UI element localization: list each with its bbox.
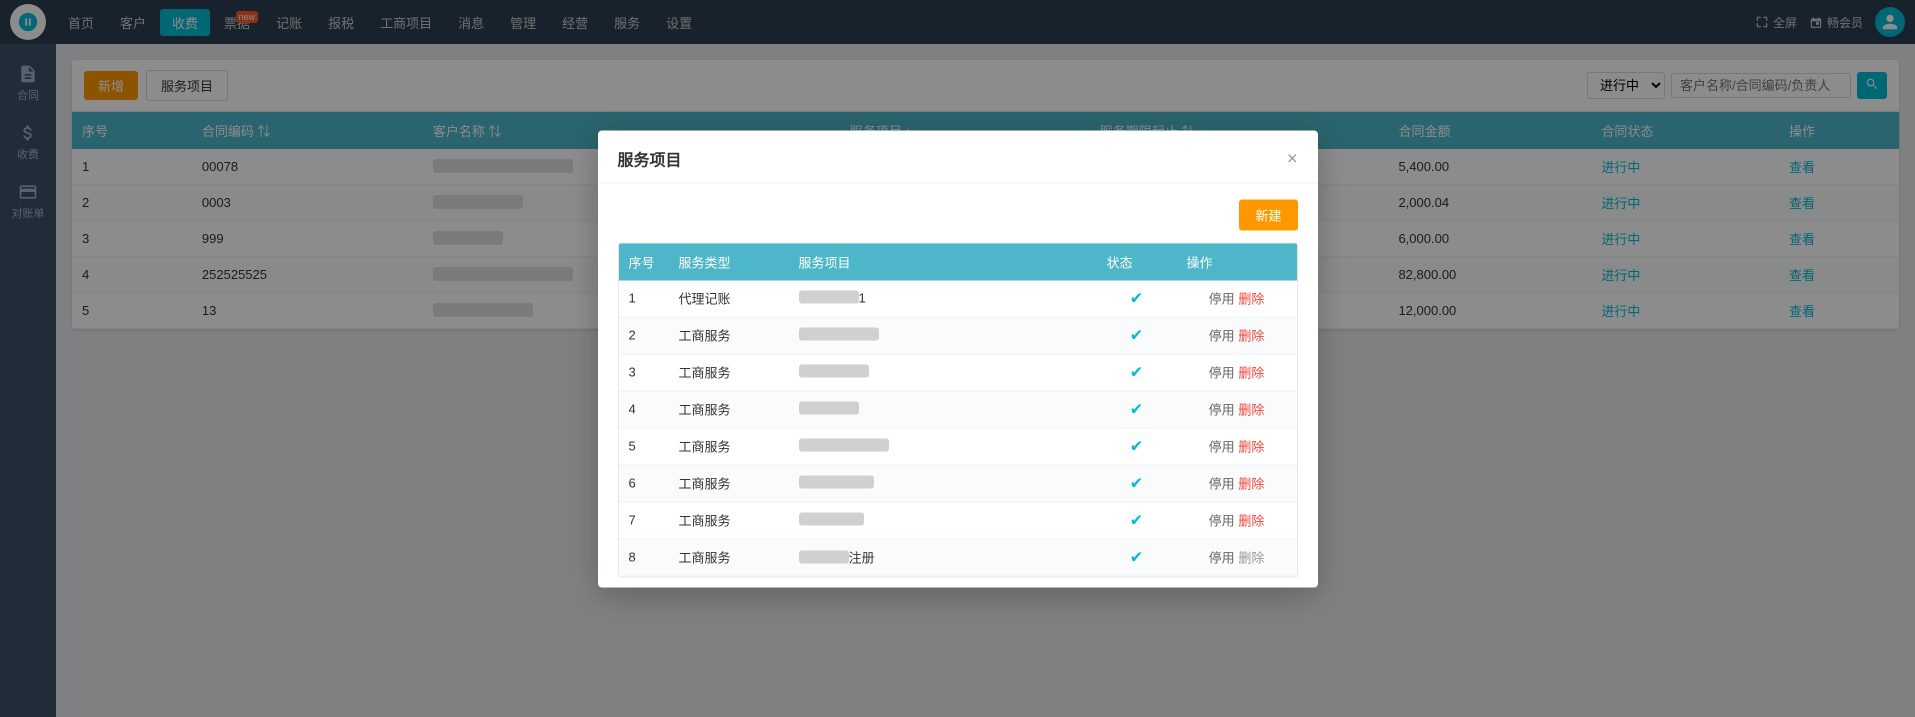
delete-button[interactable]: 删除 bbox=[1238, 289, 1264, 308]
modal-table-wrap[interactable]: 序号 服务类型 服务项目 状态 操作 1 代理记账 1 ✔ 停用 bbox=[618, 242, 1298, 577]
modal-table-row: 4 工商服务 ✔ 停用 删除 bbox=[619, 391, 1297, 428]
modal-table-row: 5 工商服务 ✔ 停用 删除 bbox=[619, 428, 1297, 465]
modal-table-row: 7 工商服务 ✔ 停用 删除 bbox=[619, 502, 1297, 539]
stop-button[interactable]: 停用 bbox=[1209, 511, 1235, 530]
modal-table-row: 8 工商服务 注册 ✔ 停用 删除 bbox=[619, 539, 1297, 576]
modal-col-status: 状态 bbox=[1097, 243, 1177, 280]
stop-button[interactable]: 停用 bbox=[1209, 363, 1235, 382]
service-items-modal: 服务项目 × 新建 序号 服务类型 服务项目 状态 操作 1 bbox=[598, 130, 1318, 587]
modal-title: 服务项目 bbox=[618, 146, 682, 170]
modal-col-seq: 序号 bbox=[619, 243, 669, 280]
delete-button[interactable]: 删除 bbox=[1238, 363, 1264, 382]
delete-button[interactable]: 删除 bbox=[1238, 548, 1264, 567]
stop-button[interactable]: 停用 bbox=[1209, 548, 1235, 567]
modal-table-row: 2 工商服务 ✔ 停用 删除 bbox=[619, 317, 1297, 354]
delete-button[interactable]: 删除 bbox=[1238, 511, 1264, 530]
modal-body: 新建 序号 服务类型 服务项目 状态 操作 1 代理记账 bbox=[598, 183, 1318, 587]
delete-button[interactable]: 删除 bbox=[1238, 400, 1264, 419]
modal-table-row: 3 工商服务 ✔ 停用 删除 bbox=[619, 354, 1297, 391]
delete-button[interactable]: 删除 bbox=[1238, 437, 1264, 456]
stop-button[interactable]: 停用 bbox=[1209, 437, 1235, 456]
modal-new-button[interactable]: 新建 bbox=[1239, 199, 1297, 230]
modal-col-type: 服务类型 bbox=[669, 243, 789, 280]
stop-button[interactable]: 停用 bbox=[1209, 400, 1235, 419]
service-items-table: 序号 服务类型 服务项目 状态 操作 1 代理记账 1 ✔ 停用 bbox=[619, 243, 1297, 576]
delete-button[interactable]: 删除 bbox=[1238, 326, 1264, 345]
modal-col-item: 服务项目 bbox=[789, 243, 1097, 280]
modal-col-op: 操作 bbox=[1177, 243, 1297, 280]
modal-toolbar: 新建 bbox=[618, 199, 1298, 230]
modal-table-row: 6 工商服务 ✔ 停用 删除 bbox=[619, 465, 1297, 502]
delete-button[interactable]: 删除 bbox=[1238, 474, 1264, 493]
stop-button[interactable]: 停用 bbox=[1209, 326, 1235, 345]
stop-button[interactable]: 停用 bbox=[1209, 289, 1235, 308]
stop-button[interactable]: 停用 bbox=[1209, 474, 1235, 493]
modal-close-button[interactable]: × bbox=[1287, 149, 1298, 167]
modal-header: 服务项目 × bbox=[598, 130, 1318, 183]
modal-table-row: 1 代理记账 1 ✔ 停用 删除 bbox=[619, 280, 1297, 317]
